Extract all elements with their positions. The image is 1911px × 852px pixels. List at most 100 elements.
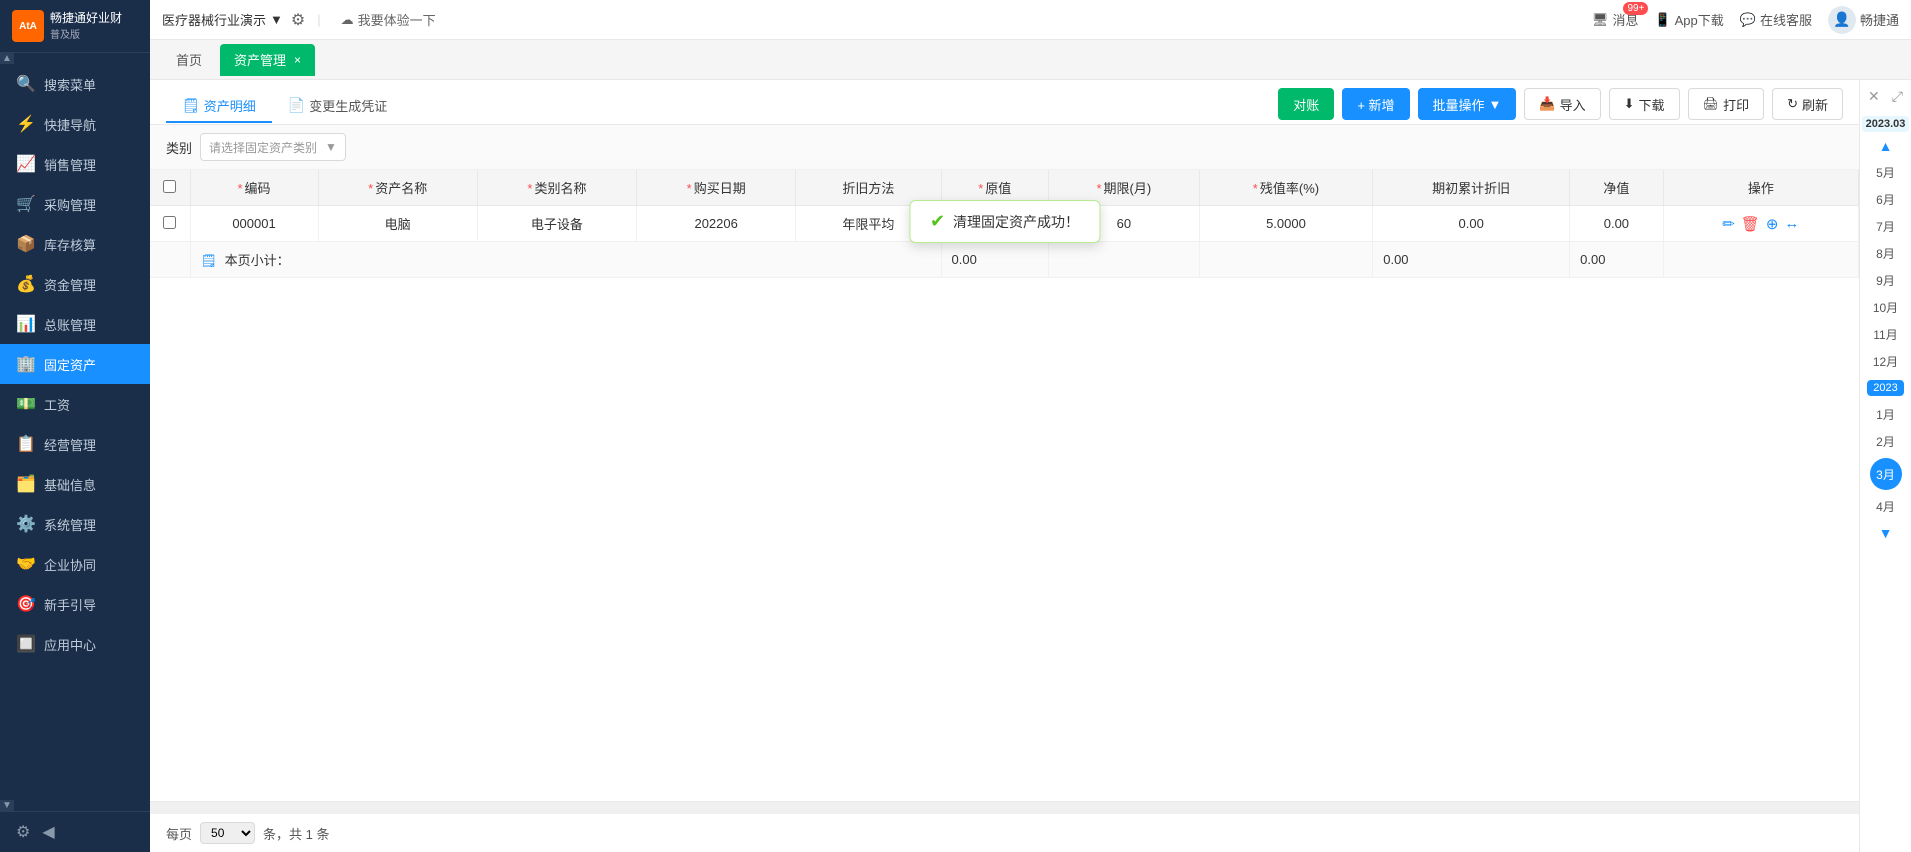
cell-net-value: 0.00 [1570, 206, 1664, 242]
tab-home[interactable]: 首页 [162, 44, 216, 76]
tab-close-icon[interactable]: × [294, 53, 301, 67]
logo-sub: 普及版 [50, 26, 122, 41]
subtotal-net: 0.00 [1570, 242, 1664, 278]
download-icon: ⬇ [1624, 96, 1635, 112]
th-initial-dep: 期初累计折旧 [1373, 170, 1570, 206]
panel-month-2[interactable]: 2月 [1866, 429, 1906, 454]
th-code: *编码 [190, 170, 318, 206]
panel-month-8[interactable]: 8月 [1866, 241, 1906, 266]
sidebar-item-salary[interactable]: 💵 工资 [0, 384, 150, 424]
system-icon: ⚙️ [16, 514, 36, 534]
import-btn[interactable]: 📥 导入 [1524, 88, 1600, 120]
user-btn[interactable]: 👤 畅捷通 [1828, 6, 1899, 34]
panel-month-9[interactable]: 9月 [1866, 268, 1906, 293]
subtotal-row: 🗒 本页小计： 0.00 0.00 0.00 [150, 242, 1859, 278]
horizontal-scrollbar[interactable] [150, 801, 1859, 813]
sidebar-item-purchase[interactable]: 🛒 采购管理 [0, 184, 150, 224]
ledger-icon: 📊 [16, 314, 36, 334]
asset-detail-icon: 🗒 [182, 97, 200, 114]
filter-row: 类别 请选择固定资产类别 ▼ [150, 125, 1859, 170]
edit-icon[interactable]: ✏ [1722, 215, 1735, 233]
panel-month-3-active[interactable]: 3月 [1870, 458, 1902, 490]
delete-icon[interactable]: 🗑 [1741, 215, 1760, 233]
collapse-icon[interactable]: ◀ [42, 822, 54, 842]
cell-purchase-date: 202206 [637, 206, 796, 242]
sidebar-item-basic-info[interactable]: 🗂️ 基础信息 [0, 464, 150, 504]
subtotal-icon: 🗒 [201, 253, 218, 268]
panel-nav-down[interactable]: ▼ [1875, 521, 1897, 545]
cell-ops: ✏ 🗑 ⊕ ↔ [1663, 206, 1858, 242]
panel-month-6[interactable]: 6月 [1866, 187, 1906, 212]
sidebar-item-fixed-assets[interactable]: 🏢 固定资产 [0, 344, 150, 384]
logo-icon: AtA [12, 10, 44, 42]
sidebar-menu: 🔍 搜索菜单 ⚡ 快捷导航 📈 销售管理 🛒 采购管理 📦 库存核算 💰 资金管… [0, 64, 150, 800]
select-all-checkbox[interactable] [163, 180, 176, 193]
panel-month-4[interactable]: 4月 [1866, 494, 1906, 519]
sidebar-item-app-center[interactable]: 🔲 应用中心 [0, 624, 150, 664]
reconcile-btn[interactable]: 对账 [1278, 88, 1334, 120]
print-btn[interactable]: 🖨 打印 [1688, 88, 1765, 120]
th-purchase-date: *购买日期 [637, 170, 796, 206]
more-icon[interactable]: ↔ [1784, 215, 1799, 232]
user-avatar: 👤 [1828, 6, 1856, 34]
sidebar-item-ledger[interactable]: 📊 总账管理 [0, 304, 150, 344]
panel-month-11[interactable]: 11月 [1866, 322, 1906, 347]
topbar: 医疗器械行业演示 ▼ ⚙ | ☁ 我要体验一下 🖥 消息 99+ 📱 App下载… [150, 0, 1911, 40]
search-icon: 🔍 [16, 74, 36, 94]
batch-ops-btn[interactable]: 批量操作 ▼ [1418, 88, 1517, 120]
panel-close-btn[interactable]: ✕ [1868, 88, 1880, 105]
refresh-btn[interactable]: ↻ 刷新 [1772, 88, 1843, 120]
panel-month-5[interactable]: 5月 [1866, 160, 1906, 185]
panel-nav-up[interactable]: ▲ [1875, 134, 1897, 158]
copy-icon[interactable]: ⊕ [1766, 215, 1779, 233]
panel-year-badge[interactable]: 2023 [1867, 380, 1903, 396]
quicknav-icon: ⚡ [16, 114, 36, 134]
sub-tab-asset-detail[interactable]: 🗒 资产明细 [166, 90, 272, 123]
content-area: 🗒 资产明细 📄 变更生成凭证 对账 + 新增 批量操作 [150, 80, 1911, 852]
message-btn[interactable]: 🖥 消息 99+ [1592, 10, 1639, 29]
sidebar-item-system[interactable]: ⚙️ 系统管理 [0, 504, 150, 544]
sub-tab-voucher[interactable]: 📄 变更生成凭证 [272, 90, 403, 123]
app-download-btn[interactable]: 📱 App下载 [1654, 10, 1723, 29]
panel-year-label: 2023.03 [1862, 116, 1910, 132]
sidebar-item-operations[interactable]: 📋 经营管理 [0, 424, 150, 464]
sidebar-scroll-up[interactable]: ▲ [0, 53, 14, 64]
logo-text: 畅捷通好业财 [50, 11, 122, 27]
sidebar-logo: AtA 畅捷通好业财 普及版 [0, 0, 150, 53]
per-page-select[interactable]: 50 100 200 [200, 822, 255, 844]
sidebar-item-inventory[interactable]: 📦 库存核算 [0, 224, 150, 264]
th-name: *资产名称 [318, 170, 477, 206]
panel-month-1[interactable]: 1月 [1866, 402, 1906, 427]
online-service-btn[interactable]: 💬 在线客服 [1740, 10, 1812, 29]
settings-icon[interactable]: ⚙ [16, 822, 30, 842]
sidebar-item-funds[interactable]: 💰 资金管理 [0, 264, 150, 304]
message-badge: 99+ [1623, 2, 1648, 15]
category-select-trigger[interactable]: 请选择固定资产类别 ▼ [200, 133, 346, 161]
import-icon: 📥 [1539, 96, 1555, 112]
sidebar-item-sales[interactable]: 📈 销售管理 [0, 144, 150, 184]
panel-month-12[interactable]: 12月 [1866, 349, 1906, 374]
sidebar-item-collab[interactable]: 🤝 企业协同 [0, 544, 150, 584]
tab-asset-mgmt[interactable]: 资产管理 × [220, 44, 315, 76]
operations-icon: 📋 [16, 434, 36, 454]
topbar-settings-icon[interactable]: ⚙ [291, 10, 305, 30]
sidebar-scroll-down[interactable]: ▼ [0, 800, 14, 811]
sidebar-item-quicknav[interactable]: ⚡ 快捷导航 [0, 104, 150, 144]
funds-icon: 💰 [16, 274, 36, 294]
cell-initial-dep: 0.00 [1373, 206, 1570, 242]
experience-btn[interactable]: ☁ 我要体验一下 [341, 10, 436, 29]
company-selector[interactable]: 医疗器械行业演示 ▼ [162, 10, 283, 29]
row-checkbox[interactable] [163, 216, 176, 229]
download-btn[interactable]: ⬇ 下载 [1609, 88, 1680, 120]
sidebar-item-search[interactable]: 🔍 搜索菜单 [0, 64, 150, 104]
subtotal-period [1049, 242, 1200, 278]
panel-month-10[interactable]: 10月 [1866, 295, 1906, 320]
new-btn[interactable]: + 新增 [1342, 88, 1409, 120]
panel-month-7[interactable]: 7月 [1866, 214, 1906, 239]
th-category: *类别名称 [477, 170, 636, 206]
sidebar-item-guide[interactable]: 🎯 新手引导 [0, 584, 150, 624]
panel-expand-btn[interactable]: ⤢ [1892, 88, 1903, 105]
collab-icon: 🤝 [16, 554, 36, 574]
subtotal-original: 0.00 [941, 242, 1049, 278]
salary-icon: 💵 [16, 394, 36, 414]
